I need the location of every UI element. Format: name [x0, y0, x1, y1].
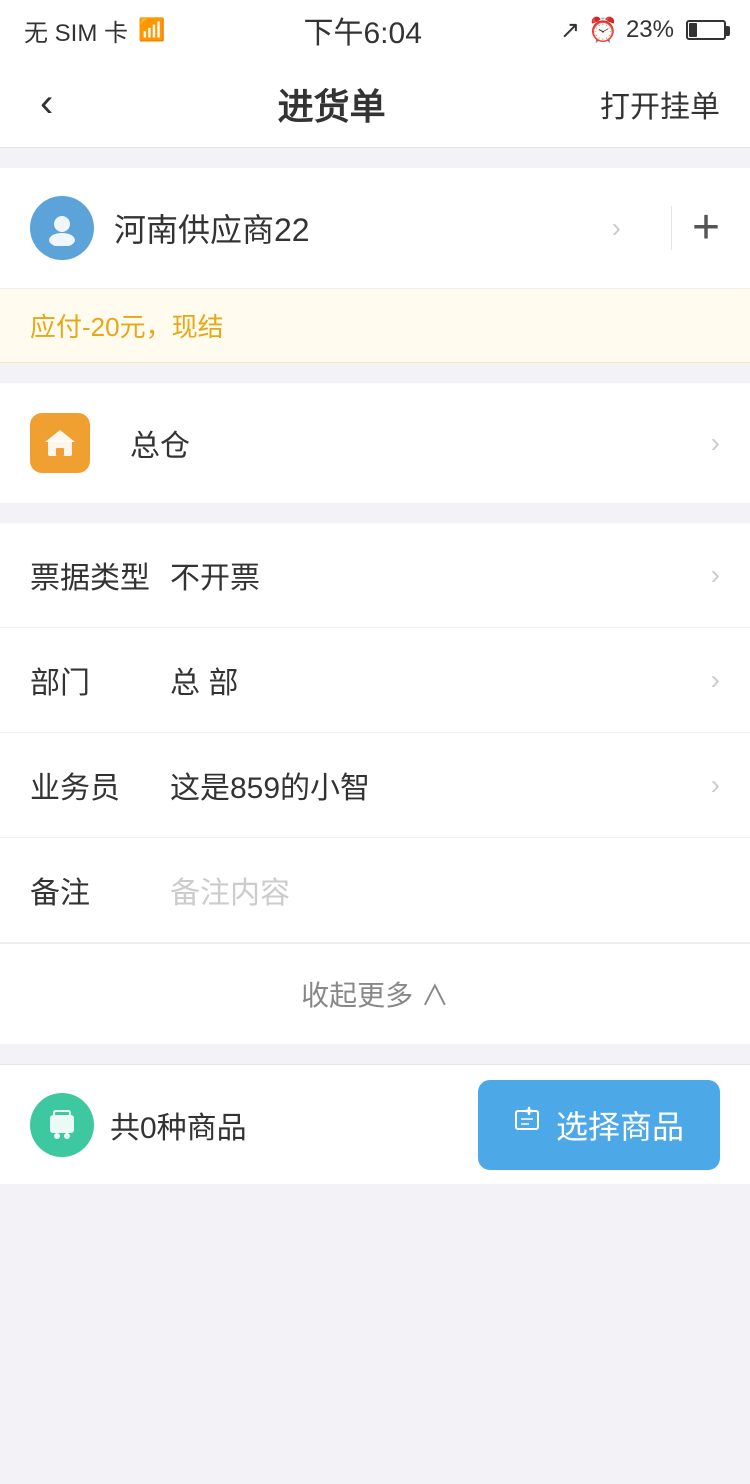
warehouse-card: 总仓 › [0, 383, 750, 503]
status-bar: 无 SIM 卡 📶 下午6:04 ↗ ⏰ 23% [0, 0, 750, 60]
warehouse-name: 总仓 [130, 421, 701, 465]
supplier-row[interactable]: 河南供应商22 › + [0, 168, 750, 289]
supplier-name: 河南供应商22 [114, 205, 612, 251]
spacer-4 [0, 1044, 750, 1064]
invoice-type-value: 不开票 [170, 553, 701, 597]
product-count-text: 共0种商品 [110, 1103, 247, 1147]
select-product-icon [514, 1106, 544, 1144]
department-label: 部门 [30, 658, 150, 702]
salesperson-label: 业务员 [30, 763, 150, 807]
alarm-icon: ⏰ [588, 16, 618, 45]
invoice-chevron-icon: › [711, 559, 720, 591]
remark-value: 备注内容 [170, 868, 720, 912]
supplier-avatar [30, 196, 94, 260]
select-product-label: 选择商品 [556, 1102, 684, 1148]
notice-row: 应付-20元，现结 [0, 289, 750, 363]
warehouse-row[interactable]: 总仓 › [0, 383, 750, 503]
background-area [0, 1184, 750, 1484]
status-time: 下午6:04 [303, 8, 421, 52]
collapse-button[interactable]: 收起更多 ∧ [0, 943, 750, 1044]
salesperson-chevron-icon: › [711, 769, 720, 801]
department-chevron-icon: › [711, 664, 720, 696]
nav-title: 进货单 [278, 78, 386, 130]
spacer-2 [0, 363, 750, 383]
product-cart-icon [30, 1093, 94, 1157]
wifi-icon: 📶 [138, 17, 165, 43]
bottom-bar: 共0种商品 选择商品 [0, 1064, 750, 1184]
notice-text: 应付-20元，现结 [30, 312, 224, 342]
location-icon: ↗ [560, 16, 580, 45]
add-supplier-button[interactable]: + [692, 204, 720, 252]
spacer-1 [0, 148, 750, 168]
status-right: ↗ ⏰ 23% [560, 16, 726, 45]
nav-bar: ‹ 进货单 打开挂单 [0, 60, 750, 148]
battery-label: 23% [626, 16, 674, 44]
battery-icon [686, 20, 726, 40]
warehouse-chevron-icon: › [711, 427, 720, 459]
supplier-card: 河南供应商22 › + 应付-20元，现结 [0, 168, 750, 363]
remark-row[interactable]: 备注 备注内容 [0, 838, 750, 943]
status-left: 无 SIM 卡 📶 [24, 13, 165, 48]
divider [671, 206, 672, 250]
select-product-button[interactable]: 选择商品 [478, 1080, 720, 1170]
product-count-area: 共0种商品 [30, 1093, 478, 1157]
department-row[interactable]: 部门 总 部 › [0, 628, 750, 733]
back-button[interactable]: ‹ [30, 71, 63, 136]
open-pending-button[interactable]: 打开挂单 [600, 82, 720, 126]
department-value: 总 部 [170, 658, 701, 702]
invoice-type-label: 票据类型 [30, 553, 150, 597]
supplier-chevron-icon: › [612, 212, 621, 244]
salesperson-value: 这是859的小智 [170, 763, 701, 807]
salesperson-row[interactable]: 业务员 这是859的小智 › [0, 733, 750, 838]
carrier-label: 无 SIM 卡 [24, 13, 128, 48]
form-fields-card: 票据类型 不开票 › 部门 总 部 › 业务员 这是859的小智 › 备注 备注… [0, 523, 750, 1044]
remark-label: 备注 [30, 868, 150, 912]
invoice-type-row[interactable]: 票据类型 不开票 › [0, 523, 750, 628]
spacer-3 [0, 503, 750, 523]
collapse-label: 收起更多 ∧ [301, 980, 449, 1011]
warehouse-icon [30, 413, 90, 473]
